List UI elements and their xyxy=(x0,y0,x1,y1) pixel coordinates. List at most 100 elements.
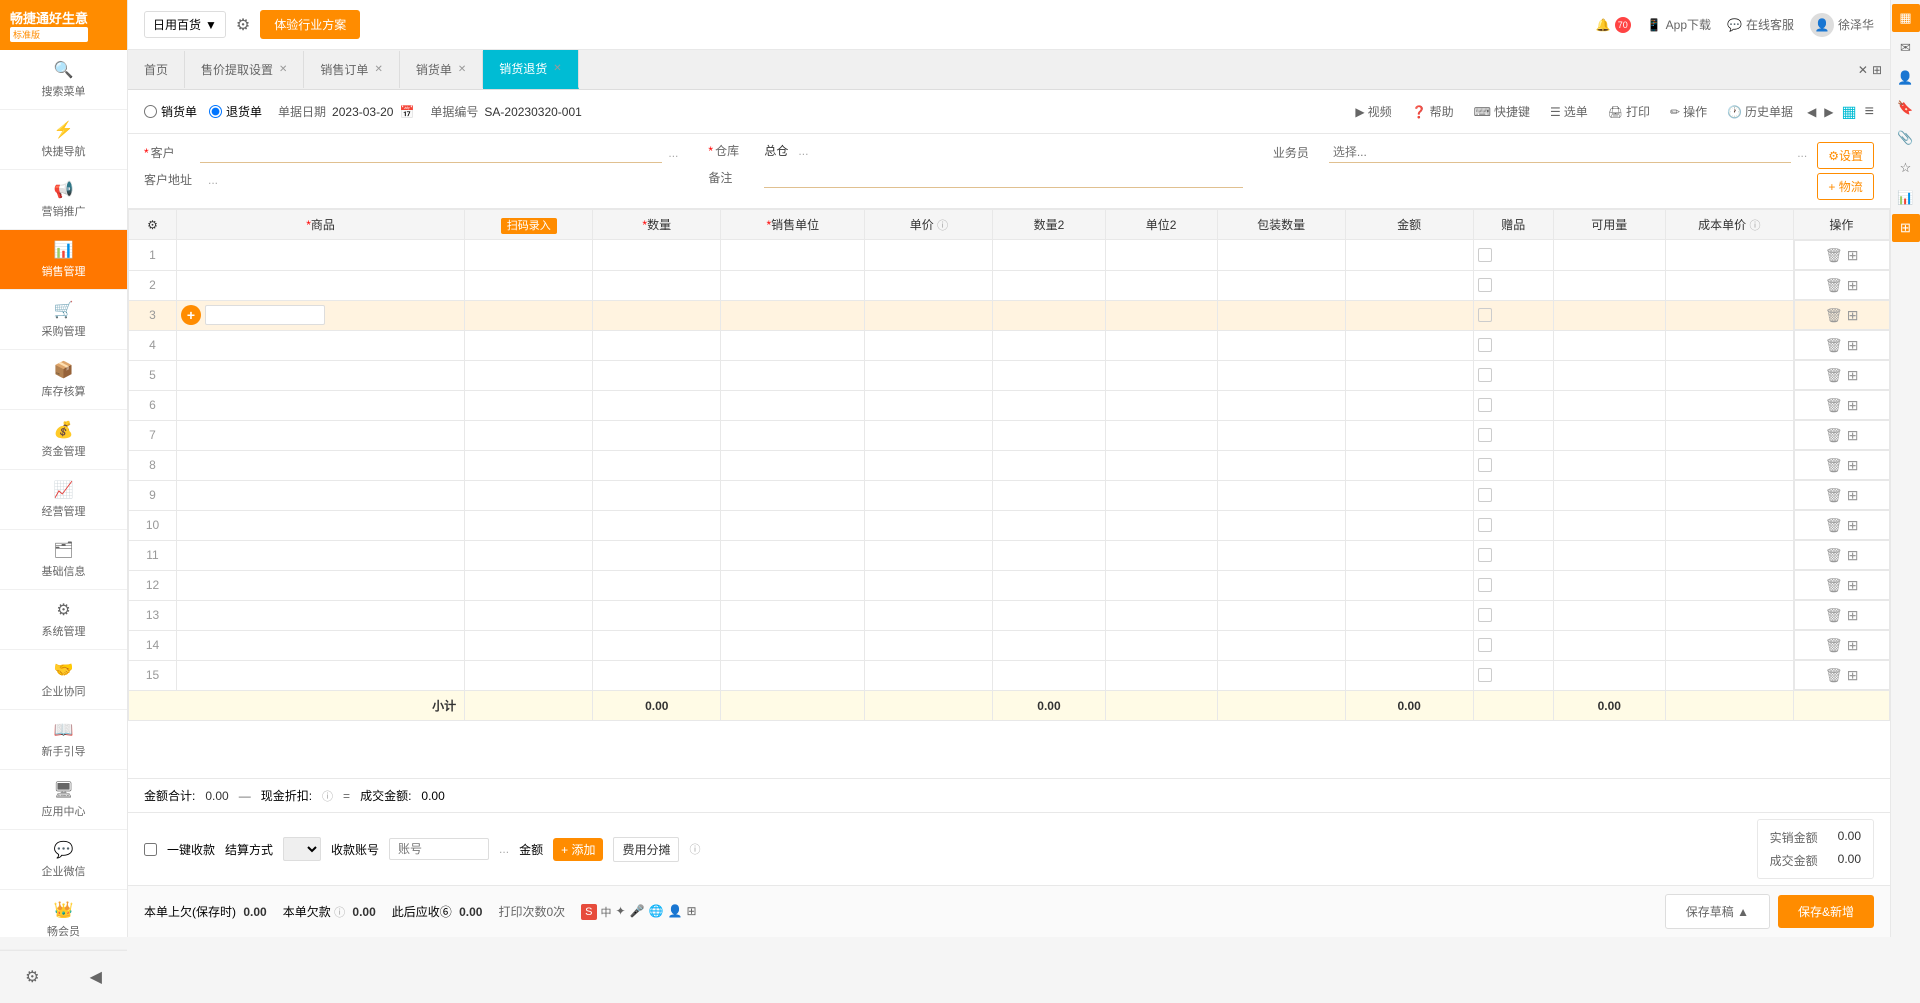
row-14-amount[interactable] xyxy=(1345,630,1473,660)
row-9-unit2[interactable] xyxy=(1105,480,1217,510)
list-view-icon[interactable]: ≡ xyxy=(1865,103,1874,121)
row-12-sales-unit[interactable] xyxy=(721,570,865,600)
row-1-unit-price[interactable] xyxy=(865,240,993,271)
row-1-unit2[interactable] xyxy=(1105,240,1217,271)
customer-ellipsis[interactable]: ... xyxy=(668,146,678,160)
row-13-package-qty[interactable] xyxy=(1217,600,1345,630)
row-11-product[interactable] xyxy=(177,540,465,570)
row-3-package-qty[interactable] xyxy=(1217,300,1345,330)
close-tab-icon[interactable]: ✕ xyxy=(1858,63,1868,77)
row-7-quantity[interactable] xyxy=(593,420,721,450)
gift-checkbox-1[interactable] xyxy=(1478,248,1492,262)
row-13-quantity[interactable] xyxy=(593,600,721,630)
logistics-side-btn[interactable]: + 物流 xyxy=(1817,173,1874,200)
row-7-unit2[interactable] xyxy=(1105,420,1217,450)
row-8-unit-price[interactable] xyxy=(865,450,993,480)
row-4-quantity[interactable] xyxy=(593,330,721,360)
delete-icon-2[interactable]: 🗑 xyxy=(1825,277,1843,294)
row-11-cost-price[interactable] xyxy=(1665,540,1793,570)
row-2-quantity2[interactable] xyxy=(993,270,1105,300)
row-5-cost-price[interactable] xyxy=(1665,360,1793,390)
row-11-unit2[interactable] xyxy=(1105,540,1217,570)
row-10-cost-price[interactable] xyxy=(1665,510,1793,540)
copy-icon-4[interactable]: ⊞ xyxy=(1847,337,1859,354)
sidebar-item-finance[interactable]: 💰 资金管理 xyxy=(0,410,127,470)
row-2-unit2[interactable] xyxy=(1105,270,1217,300)
row-2-quantity[interactable] xyxy=(593,270,721,300)
delete-icon-7[interactable]: 🗑 xyxy=(1825,427,1843,444)
row-4-unit-price[interactable] xyxy=(865,330,993,360)
sidebar-item-search[interactable]: 🔍 搜索菜单 xyxy=(0,50,127,110)
row-11-available[interactable] xyxy=(1553,540,1665,570)
app-download-item[interactable]: 📱 App下载 xyxy=(1647,16,1711,33)
row-6-unit2[interactable] xyxy=(1105,390,1217,420)
copy-icon-2[interactable]: ⊞ xyxy=(1847,277,1859,294)
right-panel-user-icon[interactable]: 👤 xyxy=(1892,64,1920,92)
gift-checkbox-12[interactable] xyxy=(1478,578,1492,592)
row-8-cost-price[interactable] xyxy=(1665,450,1793,480)
sidebar-item-sales[interactable]: 📊 销售管理 xyxy=(0,230,127,290)
calc-method-select[interactable] xyxy=(283,837,321,861)
row-9-cost-price[interactable] xyxy=(1665,480,1793,510)
row-7-cost-price[interactable] xyxy=(1665,420,1793,450)
select-btn[interactable]: ☰ 选单 xyxy=(1544,100,1594,123)
row-10-gift[interactable] xyxy=(1473,510,1553,540)
tab-sales-delivery[interactable]: 销货单 ✕ xyxy=(400,51,483,88)
sidebar-settings-btn[interactable]: ⚙ xyxy=(20,959,44,995)
row-13-sales-unit[interactable] xyxy=(721,600,865,630)
row-4-unit2[interactable] xyxy=(1105,330,1217,360)
topbar-settings-icon[interactable]: ⚙ xyxy=(236,15,250,35)
sidebar-item-operation[interactable]: 📈 经营管理 xyxy=(0,470,127,530)
delete-icon-5[interactable]: 🗑 xyxy=(1825,367,1843,384)
row-10-sales-unit[interactable] xyxy=(721,510,865,540)
tab-price-settings[interactable]: 售价提取设置 ✕ xyxy=(185,51,304,88)
row-11-package-qty[interactable] xyxy=(1217,540,1345,570)
tab-close-sales-return[interactable]: ✕ xyxy=(553,63,561,74)
row-12-unit-price[interactable] xyxy=(865,570,993,600)
calendar-icon[interactable]: 📅 xyxy=(399,105,414,119)
add-row-btn[interactable]: + xyxy=(181,305,201,325)
sidebar-item-member[interactable]: 👑 畅会员 xyxy=(0,890,127,950)
gift-checkbox-2[interactable] xyxy=(1478,278,1492,292)
row-1-amount[interactable] xyxy=(1345,240,1473,271)
row-15-quantity[interactable] xyxy=(593,660,721,691)
row-15-unit2[interactable] xyxy=(1105,660,1217,691)
copy-icon-3[interactable]: ⊞ xyxy=(1847,307,1859,324)
shortcut-btn[interactable]: ⌨ 快捷键 xyxy=(1468,100,1536,123)
note-input[interactable] xyxy=(764,167,1242,188)
row-8-amount[interactable] xyxy=(1345,450,1473,480)
row-7-unit-price[interactable] xyxy=(865,420,993,450)
gift-checkbox-13[interactable] xyxy=(1478,608,1492,622)
copy-icon-11[interactable]: ⊞ xyxy=(1847,547,1859,564)
delete-icon-15[interactable]: 🗑 xyxy=(1825,667,1843,684)
row-7-available[interactable] xyxy=(1553,420,1665,450)
row-14-package-qty[interactable] xyxy=(1217,630,1345,660)
row-12-quantity[interactable] xyxy=(593,570,721,600)
row-9-quantity[interactable] xyxy=(593,480,721,510)
row-3-quantity2[interactable] xyxy=(993,300,1105,330)
row-3-available[interactable] xyxy=(1553,300,1665,330)
gift-checkbox-15[interactable] xyxy=(1478,668,1492,682)
row-15-sales-unit[interactable] xyxy=(721,660,865,691)
row-9-amount[interactable] xyxy=(1345,480,1473,510)
sidebar-item-system[interactable]: ⚙ 系统管理 xyxy=(0,590,127,650)
row-6-sales-unit[interactable] xyxy=(721,390,865,420)
delete-icon-10[interactable]: 🗑 xyxy=(1825,517,1843,534)
row-12-product[interactable] xyxy=(177,570,465,600)
row-10-quantity2[interactable] xyxy=(993,510,1105,540)
settings-side-btn[interactable]: ⚙设置 xyxy=(1817,142,1874,169)
save-new-btn[interactable]: 保存&新增 xyxy=(1778,895,1874,928)
row-8-quantity[interactable] xyxy=(593,450,721,480)
row-10-unit-price[interactable] xyxy=(865,510,993,540)
row-15-available[interactable] xyxy=(1553,660,1665,691)
row-14-gift[interactable] xyxy=(1473,630,1553,660)
row-2-package-qty[interactable] xyxy=(1217,270,1345,300)
gift-checkbox-5[interactable] xyxy=(1478,368,1492,382)
radio-return-input[interactable] xyxy=(209,105,222,118)
row-4-product[interactable] xyxy=(177,330,465,360)
th-settings[interactable]: ⚙ xyxy=(129,210,177,240)
row-5-product[interactable] xyxy=(177,360,465,390)
row-15-cost-price[interactable] xyxy=(1665,660,1793,691)
row-6-product[interactable] xyxy=(177,390,465,420)
row-9-quantity2[interactable] xyxy=(993,480,1105,510)
